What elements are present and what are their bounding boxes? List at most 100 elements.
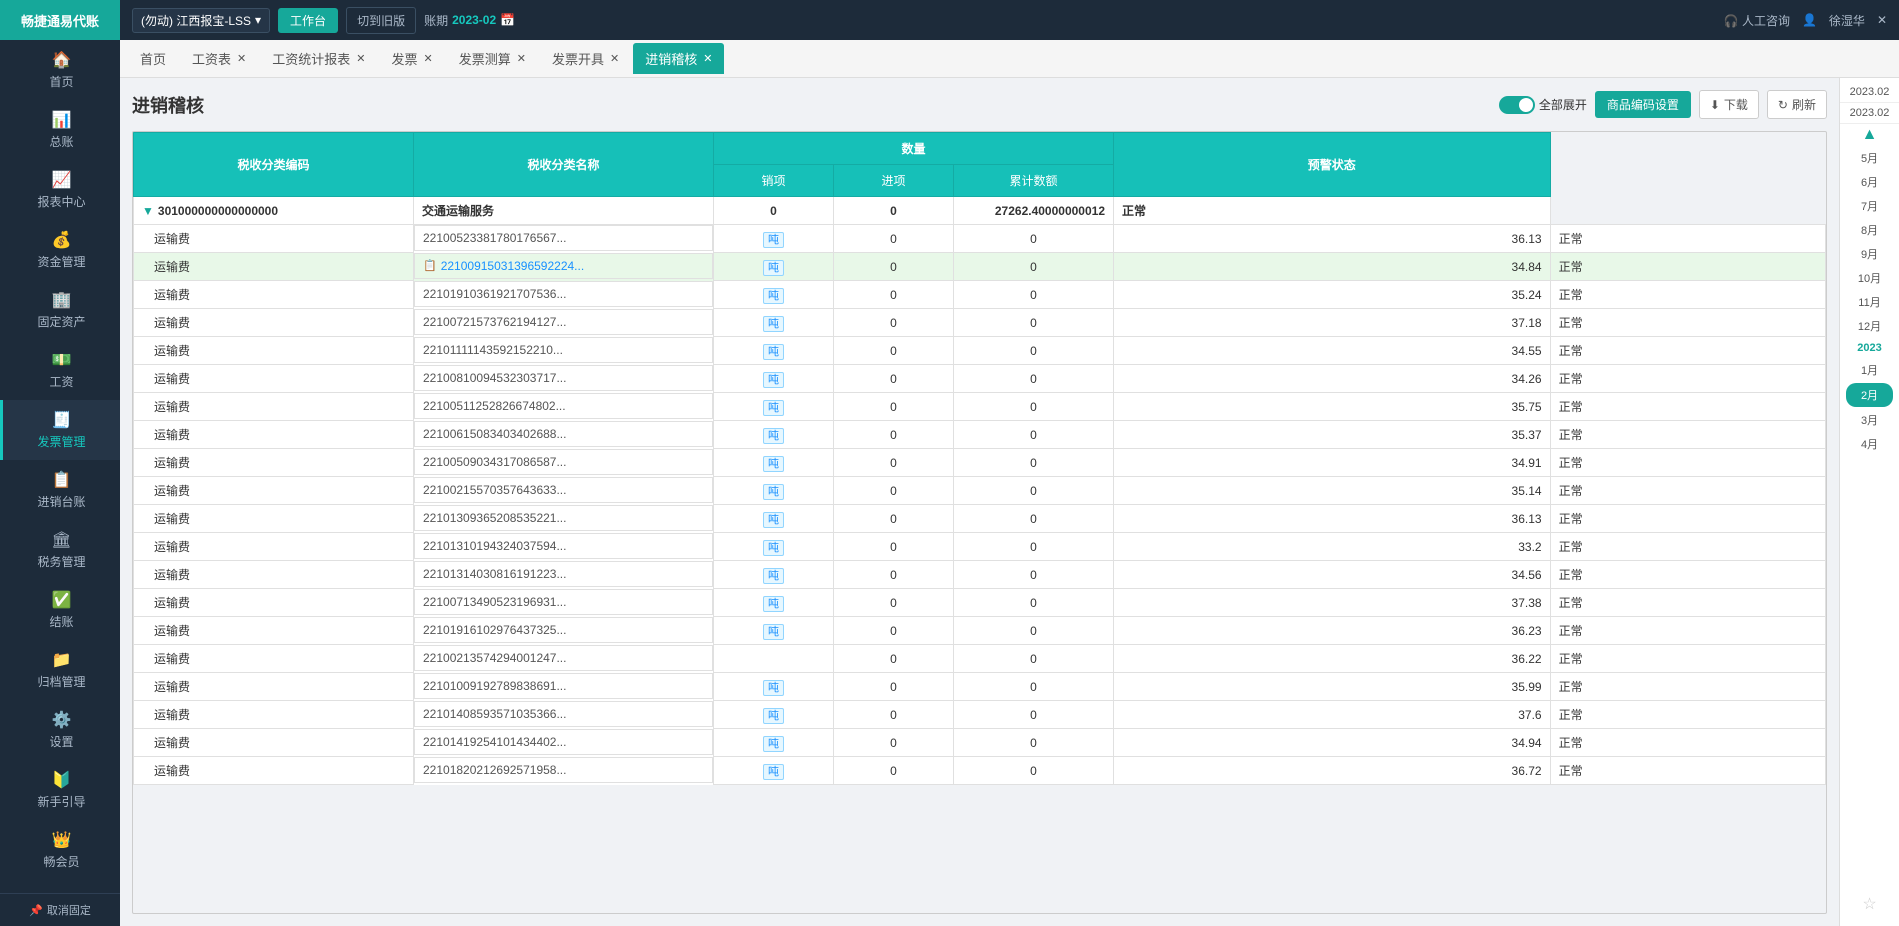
page-header: 进销稽核 全部展开 商品编码设置 ⬇ 下载 ↻ 刷新 — [132, 90, 1827, 119]
table-row: 运输费22101309365208535221...吨0036.13正常 — [134, 505, 1826, 533]
cell-tag: 吨 — [714, 477, 834, 505]
cell-sales: 0 — [834, 281, 954, 309]
sidebar-item-label: 新手引导 — [37, 793, 85, 810]
pin-button[interactable]: 📌 取消固定 — [0, 894, 120, 926]
col-forecast: 预警状态 — [1114, 133, 1551, 197]
cell-sales: 0 — [834, 393, 954, 421]
cell-cumulative: 34.94 — [1114, 729, 1551, 757]
month-9[interactable]: 9月 — [1840, 242, 1899, 266]
table-row: 运输费22101310194324037594...吨0033.2正常 — [134, 533, 1826, 561]
settings-button[interactable]: 商品编码设置 — [1595, 91, 1691, 118]
tab-close-icon[interactable]: ✕ — [703, 52, 712, 65]
settings-icon: ⚙️ — [52, 710, 72, 730]
tab-close-icon[interactable]: ✕ — [356, 52, 365, 65]
scroll-up-button[interactable]: ▲ — [1840, 124, 1899, 146]
calendar-icon[interactable]: 📅 — [500, 13, 515, 27]
sidebar-bottom: 📌 取消固定 — [0, 893, 120, 926]
cell-cumulative: 36.13 — [1114, 505, 1551, 533]
cell-tax-code: 运输费 — [134, 449, 414, 477]
app-logo: 畅捷通易代账 — [0, 0, 120, 40]
cell-tag: 吨 — [714, 449, 834, 477]
sidebar-item-home[interactable]: 🏠 首页 — [0, 40, 120, 100]
cell-cumulative: 36.13 — [1114, 225, 1551, 253]
cell-sales: 0 — [834, 505, 954, 533]
cell-invoice-id: 22100213574294001247... — [414, 645, 713, 671]
month-3[interactable]: 3月 — [1840, 408, 1899, 432]
tab-home[interactable]: 首页 — [128, 43, 178, 74]
sidebar-item-purchase[interactable]: 📋 进销台账 — [0, 460, 120, 520]
expand-toggle[interactable] — [1499, 96, 1535, 114]
cell-invoice-id: 22101820212692571958... — [414, 757, 713, 783]
cell-invoice-id: 22101408593571035366... — [414, 701, 713, 727]
cell-tag: 吨 — [714, 729, 834, 757]
month-11[interactable]: 11月 — [1840, 290, 1899, 314]
star-icon: ☆ — [1840, 886, 1899, 922]
cell-purchase: 0 — [954, 589, 1114, 617]
refresh-button[interactable]: ↻ 刷新 — [1767, 90, 1827, 119]
tab-home-label: 首页 — [140, 49, 166, 68]
cell-tax-name: 交通运输服务 — [414, 197, 714, 225]
pin-icon: 📌 — [29, 904, 43, 917]
sidebar-item-settle[interactable]: ✅ 结账 — [0, 580, 120, 640]
cell-sales: 0 — [834, 477, 954, 505]
switch-version-button[interactable]: 切到旧版 — [346, 7, 416, 34]
month-6[interactable]: 6月 — [1840, 170, 1899, 194]
sidebar-item-label: 设置 — [49, 733, 73, 750]
cell-status: 正常 — [1550, 701, 1825, 729]
table-row: 运输费22100511252826674802...吨0035.75正常 — [134, 393, 1826, 421]
invoice-icon: 🧾 — [52, 410, 72, 430]
cell-purchase: 0 — [954, 281, 1114, 309]
sidebar-item-member[interactable]: 👑 畅会员 — [0, 820, 120, 880]
cell-status: 正常 — [1550, 617, 1825, 645]
cell-purchase: 0 — [954, 253, 1114, 281]
sidebar-item-salary[interactable]: 💵 工资 — [0, 340, 120, 400]
tab-close-icon[interactable]: ✕ — [237, 52, 246, 65]
sidebar-item-tax[interactable]: 🏛 税务管理 — [0, 520, 120, 580]
cell-invoice-id: 22101009192789838691... — [414, 673, 713, 699]
tab-invoice-open-label: 发票开具 — [552, 49, 604, 68]
month-1[interactable]: 1月 — [1840, 358, 1899, 382]
cell-purchase: 0 — [954, 729, 1114, 757]
tab-close-icon[interactable]: ✕ — [517, 52, 526, 65]
cell-cumulative: 36.72 — [1114, 757, 1551, 785]
cell-invoice-id: 22100523381780176567... — [414, 225, 713, 251]
sidebar-item-funds[interactable]: 💰 资金管理 — [0, 220, 120, 280]
company-name: (勿动) 江西报宝-LSS — [141, 12, 251, 29]
sidebar-item-settings[interactable]: ⚙️ 设置 — [0, 700, 120, 760]
sidebar-item-reports[interactable]: 📈 报表中心 — [0, 160, 120, 220]
month-4[interactable]: 4月 — [1840, 432, 1899, 456]
month-8[interactable]: 8月 — [1840, 218, 1899, 242]
sidebar-item-invoice[interactable]: 🧾 发票管理 — [0, 400, 120, 460]
support-link[interactable]: 🎧 人工咨询 — [1724, 12, 1790, 29]
tab-close-icon[interactable]: ✕ — [424, 52, 433, 65]
tab-salary-stats[interactable]: 工资统计报表 ✕ — [260, 43, 377, 74]
table-row: 运输费22100523381780176567...吨0036.13正常 — [134, 225, 1826, 253]
sidebar-item-fixed[interactable]: 🏢 固定资产 — [0, 280, 120, 340]
tab-purchase-verify[interactable]: 进销稽核 ✕ — [633, 43, 724, 74]
tab-salary-table[interactable]: 工资表 ✕ — [180, 43, 258, 74]
month-12[interactable]: 12月 — [1840, 314, 1899, 338]
col-purchase: 进项 — [834, 165, 954, 197]
tab-invoice-open[interactable]: 发票开具 ✕ — [540, 43, 631, 74]
sidebar-item-ledger[interactable]: 📊 总账 — [0, 100, 120, 160]
close-icon[interactable]: ✕ — [1877, 13, 1887, 27]
tab-invoice[interactable]: 发票 ✕ — [379, 43, 444, 74]
table-row: 运输费22101111143592152210...吨0034.55正常 — [134, 337, 1826, 365]
workspace-button[interactable]: 工作台 — [278, 8, 338, 33]
cell-status: 正常 — [1550, 645, 1825, 673]
cell-tag: 吨 — [714, 617, 834, 645]
month-10[interactable]: 10月 — [1840, 266, 1899, 290]
sidebar-item-guide[interactable]: 🔰 新手引导 — [0, 760, 120, 820]
table-row: 运输费22100215570357643633...吨0035.14正常 — [134, 477, 1826, 505]
tab-close-icon[interactable]: ✕ — [610, 52, 619, 65]
sidebar-item-archive[interactable]: 📁 归档管理 — [0, 640, 120, 700]
cell-cumulative: 27262.40000000012 — [954, 197, 1114, 225]
month-7[interactable]: 7月 — [1840, 194, 1899, 218]
cell-tax-code: 运输费 — [134, 645, 414, 673]
cell-cumulative: 34.91 — [1114, 449, 1551, 477]
month-2-active[interactable]: 2月 — [1846, 383, 1893, 407]
company-selector[interactable]: (勿动) 江西报宝-LSS ▾ — [132, 8, 270, 33]
tab-invoice-calc[interactable]: 发票测算 ✕ — [447, 43, 538, 74]
download-button[interactable]: ⬇ 下载 — [1699, 90, 1759, 119]
month-5[interactable]: 5月 — [1840, 146, 1899, 170]
